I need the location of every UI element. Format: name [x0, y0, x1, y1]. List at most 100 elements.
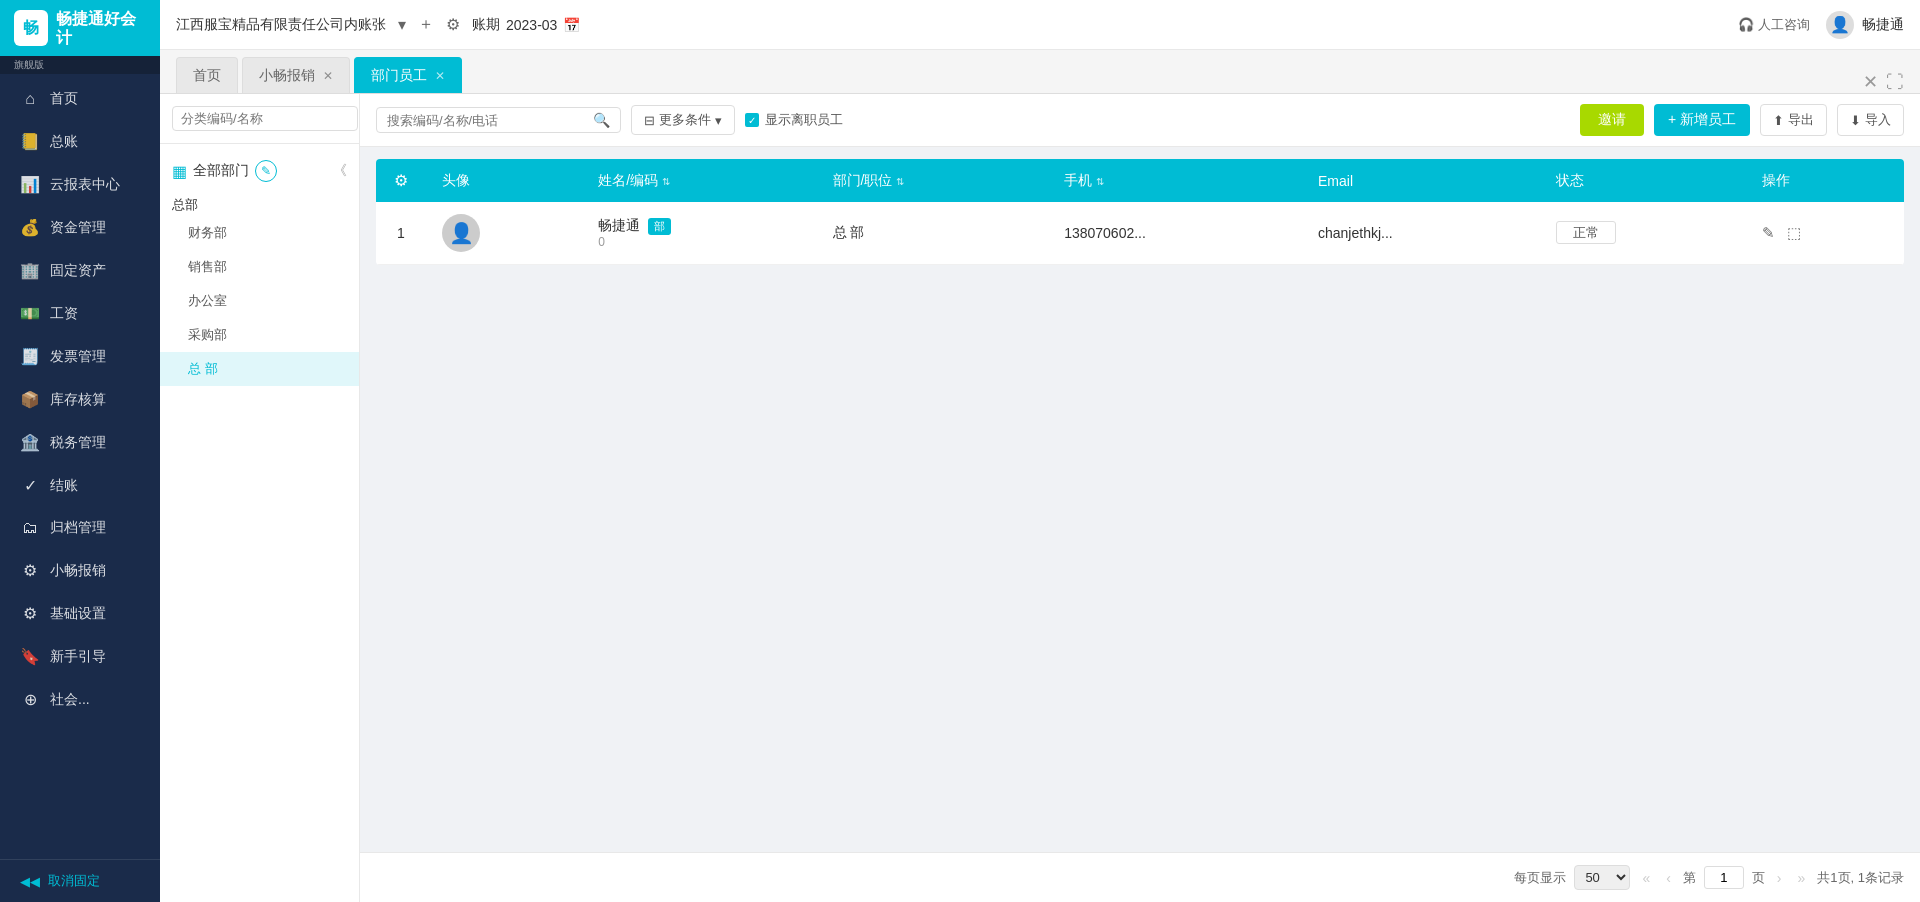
- add-employee-button[interactable]: + 新增员工: [1654, 104, 1750, 136]
- row-status: 正常: [1540, 202, 1745, 265]
- sidebar-item-payroll[interactable]: 💵 工资: [0, 292, 160, 335]
- filter-icon: ⊟: [644, 113, 655, 128]
- user-name: 畅捷通: [1862, 16, 1904, 34]
- invoice-icon: 🧾: [20, 347, 40, 366]
- dept-item-sales[interactable]: 销售部: [160, 250, 359, 284]
- inventory-icon: 📦: [20, 390, 40, 409]
- emp-code: 0: [598, 235, 800, 249]
- filter-button[interactable]: ⊟ 更多条件 ▾: [631, 105, 735, 135]
- user-info[interactable]: 👤 畅捷通: [1826, 11, 1904, 39]
- show-resigned-checkbox[interactable]: ✓ 显示离职员工: [745, 111, 843, 129]
- sidebar-bottom-label: 取消固定: [48, 872, 100, 890]
- sidebar-item-archive[interactable]: 🗂 归档管理: [0, 507, 160, 549]
- invite-button[interactable]: 邀请: [1580, 104, 1644, 136]
- header-left: 江西服宝精品有限责任公司内账张 ▾ ＋ ⚙ 账期 2023-03 📅: [176, 14, 580, 35]
- sort-dept-icon: ⇅: [896, 176, 904, 187]
- page-size-select[interactable]: 10 20 50 100: [1574, 865, 1630, 890]
- tab-expand-icon[interactable]: ⛶: [1886, 72, 1904, 93]
- sidebar-item-more[interactable]: ⊕ 社会...: [0, 678, 160, 721]
- sidebar-unpin-button[interactable]: ◀◀ 取消固定: [0, 859, 160, 902]
- sidebar-item-inventory[interactable]: 📦 库存核算: [0, 378, 160, 421]
- col-actions: 操作: [1746, 159, 1905, 202]
- guide-icon: 🔖: [20, 647, 40, 666]
- add-company-icon[interactable]: ＋: [418, 14, 434, 35]
- next-page-button[interactable]: ›: [1773, 868, 1786, 888]
- sidebar-item-label: 社会...: [50, 691, 90, 709]
- sort-name-icon: ⇅: [662, 176, 670, 187]
- show-resigned-label: 显示离职员工: [765, 111, 843, 129]
- tab-expense-label: 小畅报销: [259, 67, 315, 85]
- calendar-icon[interactable]: 📅: [563, 17, 580, 33]
- sidebar-item-fund-management[interactable]: 💰 资金管理: [0, 206, 160, 249]
- col-status: 状态: [1540, 159, 1745, 202]
- tab-expense[interactable]: 小畅报销 ✕: [242, 57, 350, 93]
- sidebar-item-new-guide[interactable]: 🔖 新手引导: [0, 635, 160, 678]
- dept-search-input[interactable]: [172, 106, 358, 131]
- col-name-code[interactable]: 姓名/编码 ⇅: [582, 159, 816, 202]
- dept-item-label: 总 部: [188, 361, 218, 376]
- row-actions: ✎ ⬚: [1746, 202, 1905, 265]
- dept-item-label: 办公室: [188, 293, 227, 308]
- sidebar-item-tax[interactable]: 🏦 税务管理: [0, 421, 160, 464]
- import-button[interactable]: ⬇ 导入: [1837, 104, 1904, 136]
- dept-edit-button[interactable]: ✎: [255, 160, 277, 182]
- dept-item-office[interactable]: 办公室: [160, 284, 359, 318]
- sidebar-item-period-end[interactable]: ✓ 结账: [0, 464, 160, 507]
- first-page-button[interactable]: «: [1638, 868, 1654, 888]
- dept-item-label: 采购部: [188, 327, 227, 342]
- filter-label: 更多条件: [659, 111, 711, 129]
- col-dept-position[interactable]: 部门/职位 ⇅: [817, 159, 1049, 202]
- tab-dept-close-icon[interactable]: ✕: [435, 69, 445, 83]
- prev-page-button[interactable]: ‹: [1662, 868, 1675, 888]
- company-dropdown-icon[interactable]: ▾: [398, 15, 406, 34]
- company-name[interactable]: 江西服宝精品有限责任公司内账张: [176, 16, 386, 34]
- sidebar-item-fixed-assets[interactable]: 🏢 固定资产: [0, 249, 160, 292]
- dept-search-area: 🔍: [160, 94, 359, 144]
- dept-item-finance[interactable]: 财务部: [160, 216, 359, 250]
- tab-close-all-icon[interactable]: ✕: [1863, 71, 1878, 93]
- tab-expense-close-icon[interactable]: ✕: [323, 69, 333, 83]
- dept-item-purchase[interactable]: 采购部: [160, 318, 359, 352]
- sidebar-item-general-ledger[interactable]: 📒 总账: [0, 120, 160, 163]
- page-size-label: 每页显示: [1514, 869, 1566, 887]
- search-input[interactable]: [387, 113, 587, 128]
- dept-collapse-icon[interactable]: 《: [333, 162, 347, 180]
- settings-icon[interactable]: ⚙: [446, 15, 460, 34]
- dept-all-header[interactable]: ▦ 全部部门 ✎ 《: [160, 152, 359, 190]
- sidebar-item-label: 首页: [50, 90, 78, 108]
- sidebar-item-home[interactable]: ⌂ 首页: [0, 78, 160, 120]
- row-no: 1: [376, 202, 426, 265]
- toolbar-right: 邀请 + 新增员工 ⬆ 导出 ⬇ 导入: [1580, 104, 1904, 136]
- search-icon[interactable]: 🔍: [593, 112, 610, 128]
- sidebar-logo: 畅 畅捷通好会计: [0, 0, 160, 56]
- dept-panel: 🔍 ▦ 全部部门 ✎ 《 总部 财务部 销售部 办公室 采购部: [160, 94, 360, 902]
- current-page-prefix: 第: [1683, 869, 1696, 887]
- sidebar-item-report-center[interactable]: 📊 云报表中心: [0, 163, 160, 206]
- sidebar-item-invoice[interactable]: 🧾 发票管理: [0, 335, 160, 378]
- tab-dept-employee[interactable]: 部门员工 ✕: [354, 57, 462, 93]
- col-mobile[interactable]: 手机 ⇅: [1048, 159, 1302, 202]
- logout-employee-button[interactable]: ⬚: [1787, 224, 1801, 242]
- period-end-icon: ✓: [20, 476, 40, 495]
- sidebar-item-basic-settings[interactable]: ⚙ 基础设置: [0, 592, 160, 635]
- main-content: 🔍 ▦ 全部部门 ✎ 《 总部 财务部 销售部 办公室 采购部: [160, 94, 1920, 902]
- page-number-input[interactable]: [1704, 866, 1744, 889]
- table-settings-icon[interactable]: ⚙: [394, 172, 408, 189]
- sidebar-item-label: 云报表中心: [50, 176, 120, 194]
- edit-employee-button[interactable]: ✎: [1762, 224, 1775, 242]
- export-button[interactable]: ⬆ 导出: [1760, 104, 1827, 136]
- sidebar-item-label: 税务管理: [50, 434, 106, 452]
- last-page-button[interactable]: »: [1794, 868, 1810, 888]
- tab-home[interactable]: 首页: [176, 57, 238, 93]
- home-icon: ⌂: [20, 90, 40, 108]
- dept-item-general[interactable]: 总 部: [160, 352, 359, 386]
- period-label: 账期: [472, 16, 500, 34]
- tab-dept-label: 部门员工: [371, 67, 427, 85]
- tab-home-label: 首页: [193, 67, 221, 85]
- dept-section-label: 总部: [160, 190, 359, 216]
- sidebar-item-expense[interactable]: ⚙ 小畅报销: [0, 549, 160, 592]
- archive-icon: 🗂: [20, 519, 40, 537]
- dept-item-label: 销售部: [188, 259, 227, 274]
- service-button[interactable]: 🎧 人工咨询: [1738, 16, 1810, 34]
- assets-icon: 🏢: [20, 261, 40, 280]
